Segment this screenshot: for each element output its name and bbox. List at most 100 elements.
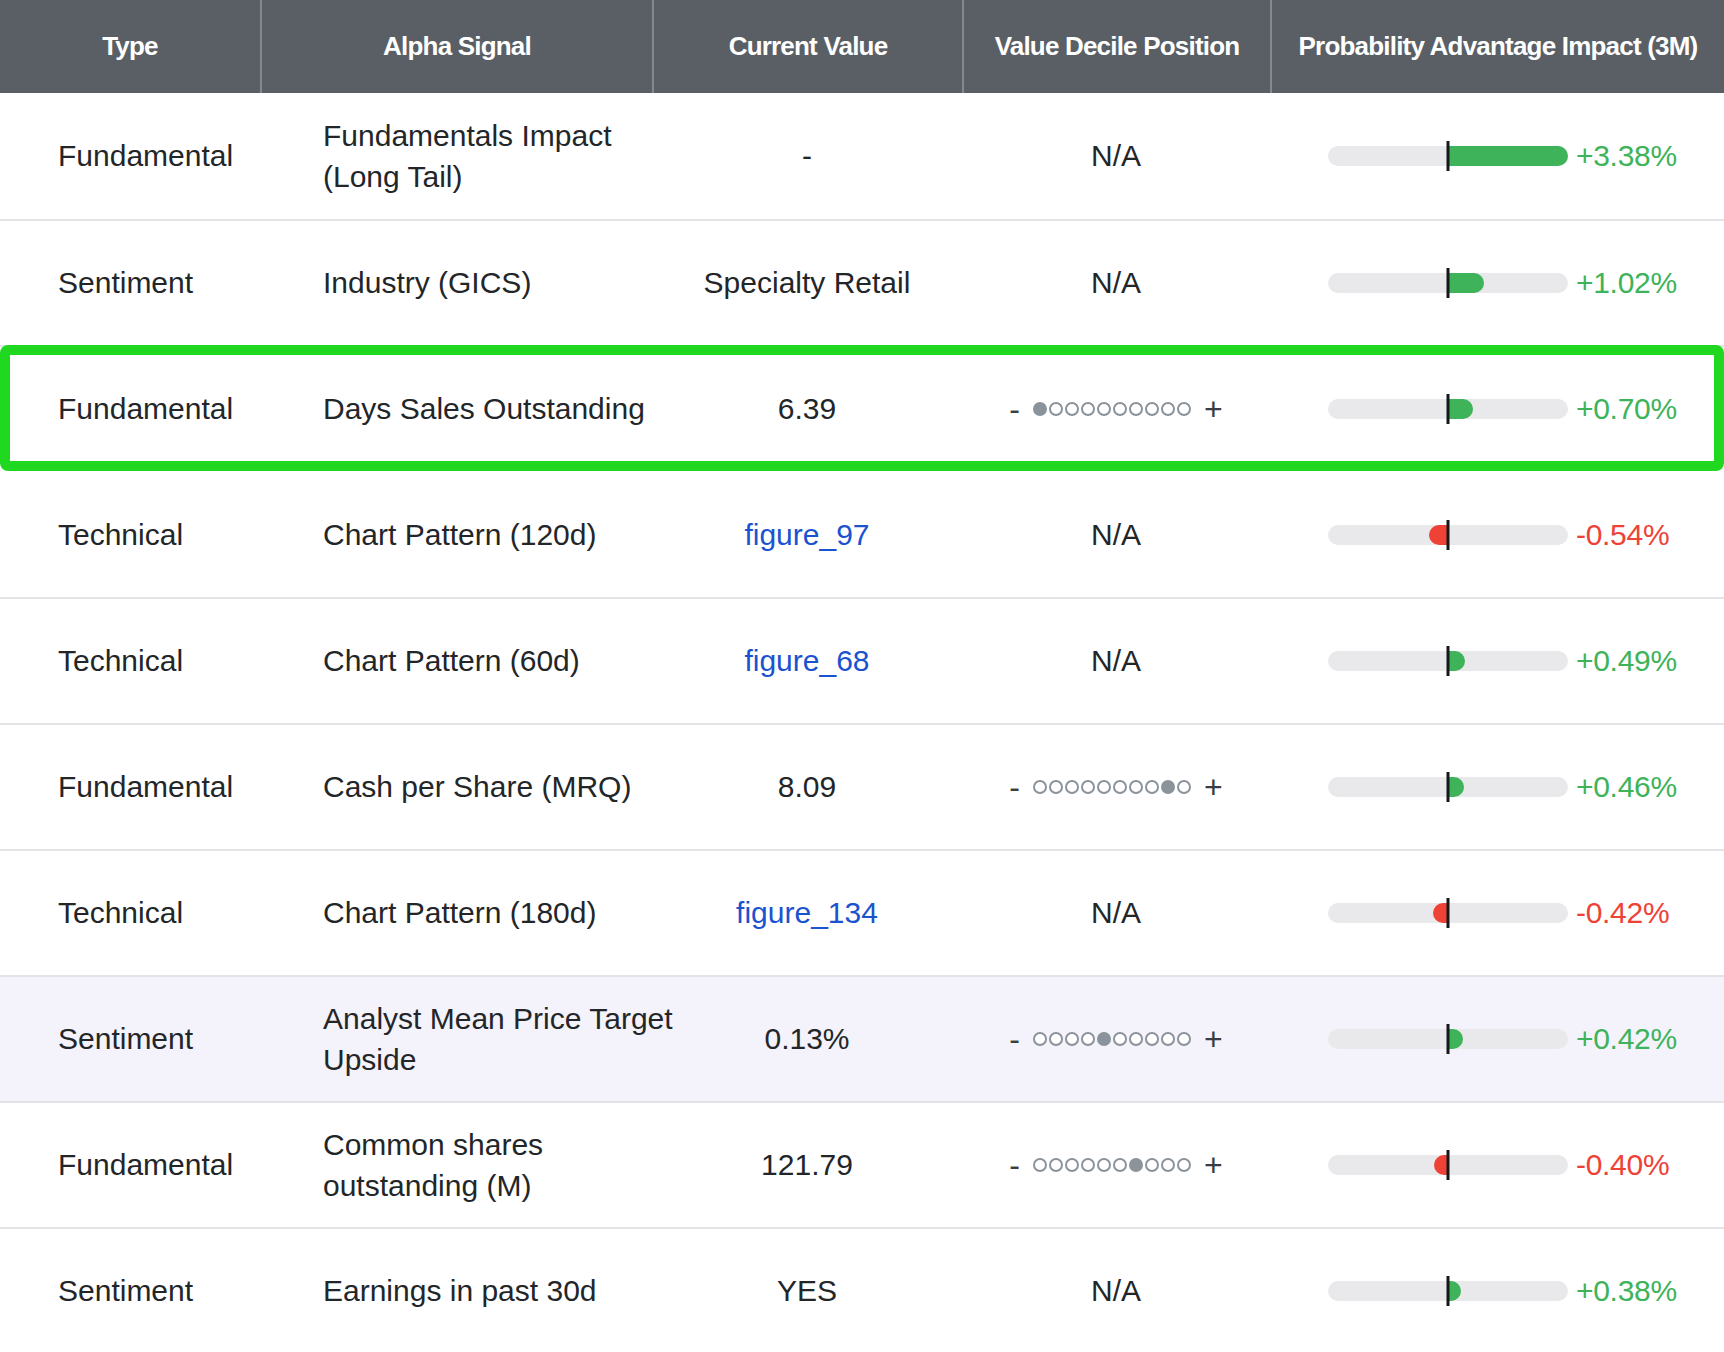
current-value: 121.79: [761, 1148, 853, 1181]
current-value: -: [802, 139, 812, 172]
decile-dots: [1032, 1158, 1192, 1172]
decile-plus-sign[interactable]: +: [1204, 1147, 1223, 1184]
decile-dot: [1081, 402, 1095, 416]
decile-dot: [1049, 402, 1063, 416]
decile-dot-filled: [1033, 402, 1047, 416]
current-value: 0.13%: [764, 1022, 849, 1055]
alpha-signal-label: Common shares outstanding (M): [323, 1124, 681, 1207]
decile-dot: [1033, 1158, 1047, 1172]
decile-dot: [1161, 402, 1175, 416]
decile-dot: [1161, 1032, 1175, 1046]
decile-minus-sign[interactable]: -: [1009, 1021, 1020, 1058]
table-row: FundamentalCash per Share (MRQ)8.09-++0.…: [0, 723, 1724, 849]
value-decile-cell: -+: [962, 391, 1270, 428]
decile-dot: [1129, 1032, 1143, 1046]
value-decile-cell: N/A: [962, 139, 1270, 173]
value-decile-cell: N/A: [962, 896, 1270, 930]
signal-type: Sentiment: [0, 1274, 260, 1308]
decile-minus-sign[interactable]: -: [1009, 391, 1020, 428]
impact-bar-track: [1328, 777, 1568, 797]
current-value: Specialty Retail: [704, 266, 911, 299]
decile-dot: [1177, 1032, 1191, 1046]
column-header-signal: Alpha Signal: [260, 0, 652, 93]
current-value-cell: 0.13%: [652, 1022, 962, 1056]
impact-cell: -0.54%: [1270, 518, 1724, 552]
impact-bar-track: [1328, 1281, 1568, 1301]
decile-na: N/A: [1091, 266, 1141, 300]
alpha-signal-label: Industry (GICS): [323, 262, 681, 303]
value-decile-cell: -+: [962, 1147, 1270, 1184]
decile-dot: [1129, 780, 1143, 794]
decile-na: N/A: [1091, 518, 1141, 552]
figure-link[interactable]: figure_134: [736, 896, 878, 929]
impact-bar-zero-tick: [1447, 898, 1450, 928]
decile-dot: [1113, 402, 1127, 416]
impact-cell: +3.38%: [1270, 139, 1724, 173]
signal-type: Technical: [0, 518, 260, 552]
alpha-signal-name: Industry (GICS): [260, 262, 652, 303]
figure-link[interactable]: figure_68: [744, 644, 869, 677]
impact-bar-zero-tick: [1447, 141, 1450, 171]
signal-type: Technical: [0, 644, 260, 678]
impact-bar-zero-tick: [1447, 1150, 1450, 1180]
alpha-signal-name: Chart Pattern (60d): [260, 640, 652, 681]
impact-percent: +0.49%: [1576, 644, 1677, 678]
figure-link[interactable]: figure_97: [744, 518, 869, 551]
alpha-signals-table: TypeAlpha SignalCurrent ValueValue Decil…: [0, 0, 1724, 1352]
decile-dot: [1081, 1032, 1095, 1046]
column-header-type: Type: [0, 0, 260, 93]
signal-type: Fundamental: [0, 770, 260, 804]
impact-cell: -0.42%: [1270, 896, 1724, 930]
decile-plus-sign[interactable]: +: [1204, 391, 1223, 428]
decile-dot: [1145, 1158, 1159, 1172]
impact-bar-track: [1328, 1029, 1568, 1049]
decile-dot: [1065, 780, 1079, 794]
decile-na: N/A: [1091, 139, 1141, 173]
impact-percent: +1.02%: [1576, 266, 1677, 300]
table-row: FundamentalCommon shares outstanding (M)…: [0, 1101, 1724, 1227]
impact-bar-positive: [1448, 273, 1484, 293]
impact-bar-track: [1328, 903, 1568, 923]
impact-percent: -0.40%: [1576, 1148, 1669, 1182]
impact-bar-track: [1328, 1155, 1568, 1175]
impact-bar-zero-tick: [1447, 1276, 1450, 1306]
column-header-value: Current Value: [652, 0, 962, 93]
decile-plus-sign[interactable]: +: [1204, 769, 1223, 806]
impact-percent: +0.38%: [1576, 1274, 1677, 1308]
alpha-signal-label: Earnings in past 30d: [323, 1270, 681, 1311]
decile-dot: [1113, 1032, 1127, 1046]
decile-dot: [1177, 1158, 1191, 1172]
table-row: TechnicalChart Pattern (120d)figure_97N/…: [0, 471, 1724, 597]
impact-bar-track: [1328, 146, 1568, 166]
decile-minus-sign[interactable]: -: [1009, 1147, 1020, 1184]
current-value-cell: 121.79: [652, 1148, 962, 1182]
decile-dot: [1081, 1158, 1095, 1172]
alpha-signal-name: Earnings in past 30d: [260, 1270, 652, 1311]
value-decile-cell: -+: [962, 769, 1270, 806]
decile-dot: [1065, 402, 1079, 416]
alpha-signal-name: Common shares outstanding (M): [260, 1124, 652, 1207]
current-value-cell: figure_97: [652, 518, 962, 552]
impact-bar-zero-tick: [1447, 520, 1450, 550]
decile-dot: [1065, 1032, 1079, 1046]
signal-type: Fundamental: [0, 392, 260, 426]
decile-plus-sign[interactable]: +: [1204, 1021, 1223, 1058]
impact-bar-zero-tick: [1447, 646, 1450, 676]
value-decile-cell: N/A: [962, 1274, 1270, 1308]
decile-dot: [1033, 780, 1047, 794]
decile-dots: [1032, 780, 1192, 794]
impact-bar-zero-tick: [1447, 268, 1450, 298]
impact-bar-positive: [1448, 651, 1465, 671]
impact-bar-positive: [1448, 146, 1568, 166]
decile-dot: [1129, 402, 1143, 416]
decile-dots: [1032, 402, 1192, 416]
current-value: 8.09: [778, 770, 836, 803]
impact-bar-zero-tick: [1447, 394, 1450, 424]
table-row: SentimentIndustry (GICS)Specialty Retail…: [0, 219, 1724, 345]
impact-cell: +0.70%: [1270, 392, 1724, 426]
impact-bar-track: [1328, 273, 1568, 293]
value-decile-cell: N/A: [962, 518, 1270, 552]
impact-percent: +0.46%: [1576, 770, 1677, 804]
decile-minus-sign[interactable]: -: [1009, 769, 1020, 806]
impact-cell: +1.02%: [1270, 266, 1724, 300]
